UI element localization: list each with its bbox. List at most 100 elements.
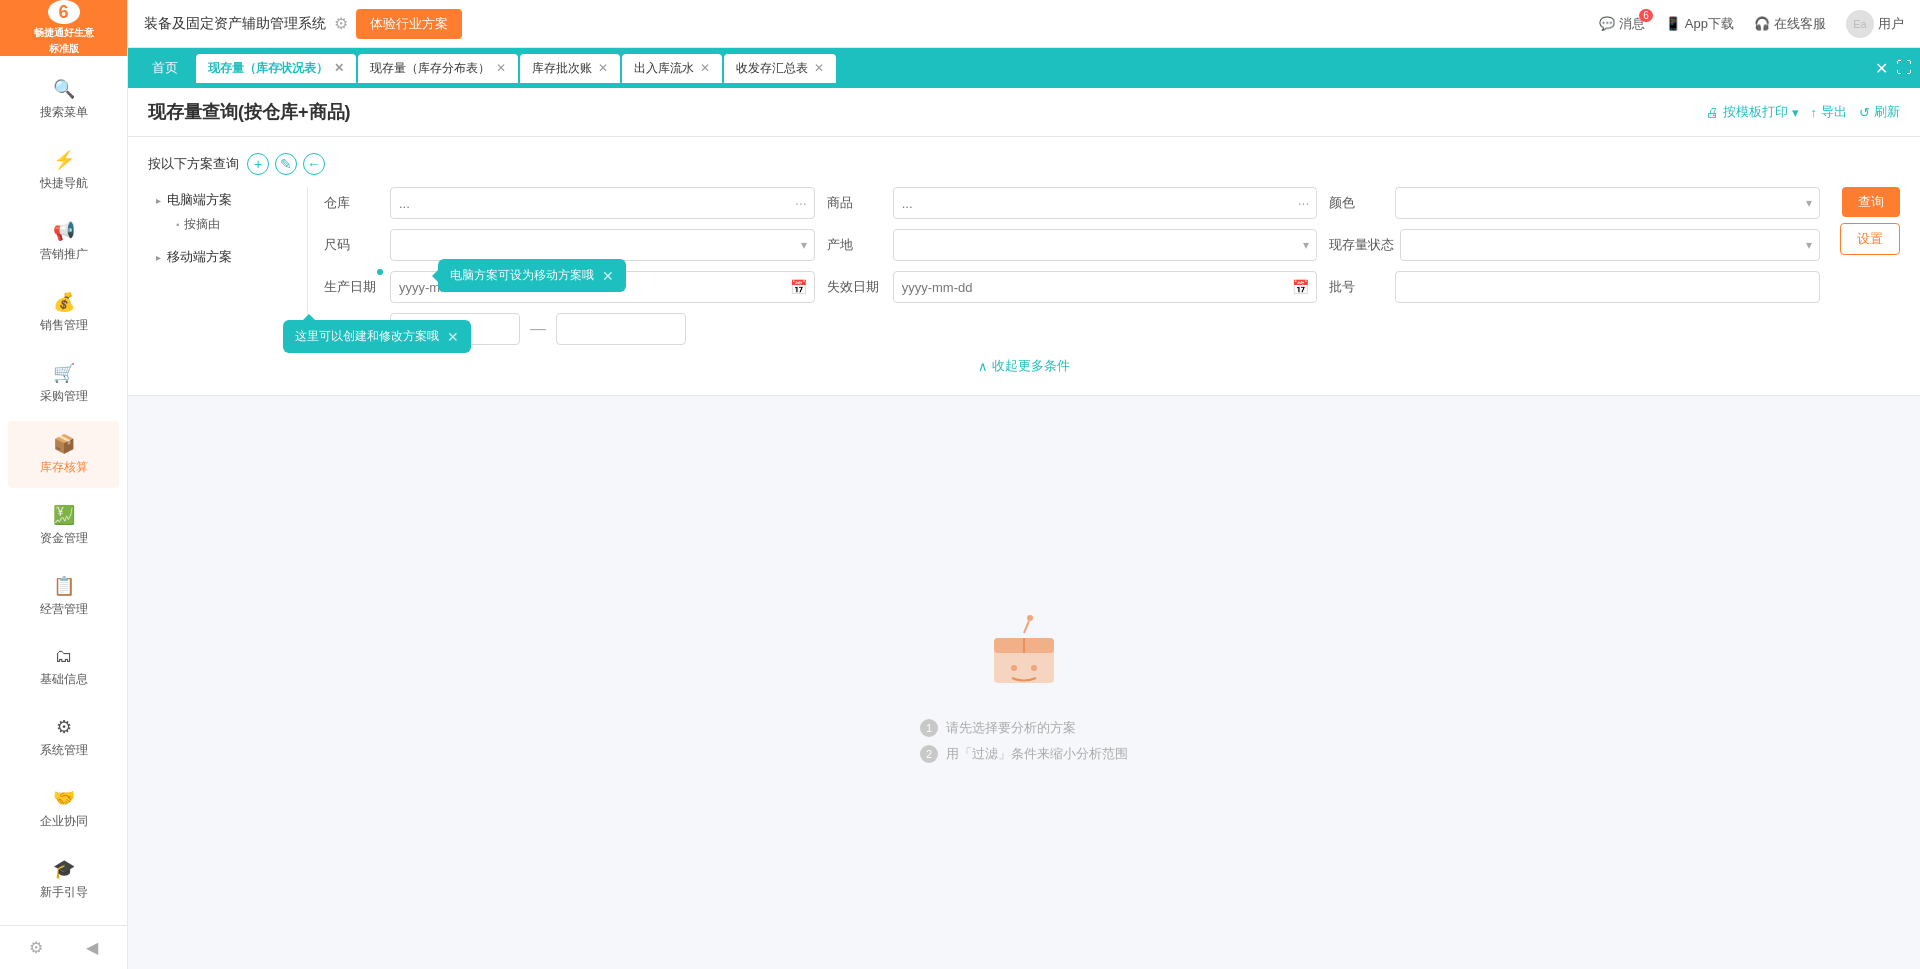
tab-inventory-dist[interactable]: 现存量（库存分布表） ✕ bbox=[358, 54, 518, 83]
app-download-btn[interactable]: 📱 App下载 bbox=[1665, 15, 1734, 33]
online-service-btn[interactable]: 🎧 在线客服 bbox=[1754, 15, 1826, 33]
sidebar-item-basic[interactable]: 🗂 基础信息 bbox=[8, 634, 119, 700]
sidebar-item-quick[interactable]: ⚡ 快捷导航 bbox=[8, 137, 119, 204]
filter-row-4: 现存量（主） — bbox=[324, 313, 1820, 345]
tooltip-create-close[interactable]: ✕ bbox=[447, 329, 459, 345]
tab-inventory-dist-close[interactable]: ✕ bbox=[496, 61, 506, 75]
user-btn[interactable]: Ea 用户 bbox=[1846, 10, 1904, 38]
tab-receive-summary[interactable]: 收发存汇总表 ✕ bbox=[724, 54, 836, 83]
sidebar-item-operations[interactable]: 📋 经营管理 bbox=[8, 563, 119, 630]
export-icon: ↑ bbox=[1811, 105, 1818, 120]
print-icon: 🖨 bbox=[1706, 105, 1719, 120]
sidebar-label-enterprise: 企业协同 bbox=[40, 813, 88, 830]
online-service-label: 在线客服 bbox=[1774, 15, 1826, 33]
hint-text-2: 用「过滤」条件来缩小分析范围 bbox=[946, 745, 1128, 763]
sidebar-item-system[interactable]: ⚙ 系统管理 bbox=[8, 704, 119, 771]
tooltip-create: 这里可以创建和修改方案哦 ✕ bbox=[283, 320, 471, 353]
product-field: 商品 ··· bbox=[827, 187, 1318, 219]
color-select[interactable] bbox=[1395, 187, 1820, 219]
produce-date-cal-icon[interactable]: 📅 bbox=[790, 279, 807, 295]
export-btn[interactable]: ↑ 导出 bbox=[1811, 103, 1848, 121]
tab-inventory-status-label: 现存量（库存状况表） bbox=[208, 60, 328, 77]
logo-icon: 6 bbox=[48, 0, 80, 24]
tab-receive-summary-label: 收发存汇总表 bbox=[736, 60, 808, 77]
warehouse-dots-icon[interactable]: ··· bbox=[795, 195, 807, 211]
edit-scheme-btn[interactable]: ✎ bbox=[275, 153, 297, 175]
tooltip-scheme: 电脑方案可设为移动方案哦 ✕ bbox=[438, 259, 626, 292]
warehouse-input[interactable] bbox=[390, 187, 815, 219]
message-btn[interactable]: 💬 消息 6 bbox=[1599, 15, 1645, 33]
collapse-row: ∧ 收起更多条件 bbox=[148, 349, 1900, 379]
sidebar-item-purchase[interactable]: 🛒 采购管理 bbox=[8, 350, 119, 417]
collapse-btn[interactable]: ∧ 收起更多条件 bbox=[978, 357, 1070, 375]
product-input[interactable] bbox=[893, 187, 1318, 219]
experience-btn[interactable]: 体验行业方案 bbox=[356, 9, 462, 39]
tab-inventory-status[interactable]: 现存量（库存状况表） ✕ bbox=[196, 54, 356, 83]
sidebar-collapse-btn[interactable]: ◀ bbox=[86, 938, 98, 957]
product-input-wrapper: ··· bbox=[893, 187, 1318, 219]
empty-hints: 1 请先选择要分析的方案 2 用「过滤」条件来缩小分析范围 bbox=[920, 719, 1128, 763]
origin-label: 产地 bbox=[827, 236, 887, 254]
scheme-pc-sub: ▪ 按摘由 bbox=[148, 213, 299, 236]
sidebar-item-marketing[interactable]: 📢 营销推广 bbox=[8, 208, 119, 275]
tab-batch-account-close[interactable]: ✕ bbox=[598, 61, 608, 75]
gear-icon[interactable]: ⚙ bbox=[334, 14, 348, 33]
add-scheme-btn[interactable]: + bbox=[247, 153, 269, 175]
expire-date-cal-icon[interactable]: 📅 bbox=[1292, 279, 1309, 295]
search-btn[interactable]: 查询 bbox=[1842, 187, 1900, 217]
back-scheme-btn[interactable]: ← bbox=[303, 153, 325, 175]
scheme-pc-item[interactable]: ▸ 电脑端方案 bbox=[148, 187, 299, 213]
scheme-pc-sub-item[interactable]: ▪ 按摘由 bbox=[168, 213, 299, 236]
product-dots-icon[interactable]: ··· bbox=[1298, 195, 1310, 211]
sidebar-item-finance[interactable]: 💹 资金管理 bbox=[8, 492, 119, 559]
phone-icon: 📱 bbox=[1665, 16, 1681, 31]
origin-select[interactable] bbox=[893, 229, 1318, 261]
sidebar-item-guide[interactable]: 🎓 新手引导 bbox=[8, 846, 119, 913]
tab-in-out-flow[interactable]: 出入库流水 ✕ bbox=[622, 54, 722, 83]
origin-field: 产地 bbox=[827, 229, 1318, 261]
tab-bar: 首页 现存量（库存状况表） ✕ 现存量（库存分布表） ✕ 库存批次账 ✕ 出入库… bbox=[128, 48, 1920, 88]
stock-status-select[interactable] bbox=[1400, 229, 1820, 261]
tab-batch-account[interactable]: 库存批次账 ✕ bbox=[520, 54, 620, 83]
sidebar-settings-btn[interactable]: ⚙ bbox=[29, 938, 43, 957]
batch-input[interactable] bbox=[1395, 271, 1820, 303]
stock-main-to[interactable] bbox=[556, 313, 686, 345]
scheme-mobile-item[interactable]: ▸ 移动端方案 bbox=[148, 244, 299, 270]
content-area: 现存量查询(按仓库+商品) 🖨 按模板打印 ▾ ↑ 导出 ↺ 刷新 bbox=[128, 88, 1920, 969]
sidebar-label-sales: 销售管理 bbox=[40, 317, 88, 334]
svg-point-4 bbox=[1031, 665, 1037, 671]
sidebar-label-basic: 基础信息 bbox=[40, 671, 88, 688]
tab-home[interactable]: 首页 bbox=[136, 51, 194, 85]
batch-label: 批号 bbox=[1329, 278, 1389, 296]
tab-fullscreen-icon[interactable]: ⛶ bbox=[1896, 59, 1912, 77]
sidebar-item-inventory[interactable]: 📦 库存核算 bbox=[8, 421, 119, 488]
sidebar-bottom: ⚙ ◀ bbox=[0, 925, 127, 969]
refresh-btn[interactable]: ↺ 刷新 bbox=[1859, 103, 1900, 121]
range-dash: — bbox=[530, 320, 546, 338]
tab-inventory-status-close[interactable]: ✕ bbox=[334, 61, 344, 75]
sidebar-label-inventory: 库存核算 bbox=[40, 459, 88, 476]
filter-label-row: 按以下方案查询 + ✎ ← bbox=[148, 153, 1900, 175]
sidebar-item-enterprise[interactable]: 🤝 企业协同 bbox=[8, 775, 119, 842]
warehouse-field: 仓库 ··· bbox=[324, 187, 815, 219]
expire-date-input[interactable] bbox=[893, 271, 1318, 303]
app-logo: 6 畅捷通好生意 标准版 bbox=[0, 0, 127, 56]
size-field: 尺码 bbox=[324, 229, 815, 261]
sidebar-item-sales[interactable]: 💰 销售管理 bbox=[8, 279, 119, 346]
tab-close-all-icon[interactable]: ✕ bbox=[1875, 59, 1888, 78]
hint-text-1: 请先选择要分析的方案 bbox=[946, 719, 1076, 737]
tooltip-scheme-close[interactable]: ✕ bbox=[602, 268, 614, 284]
print-btn[interactable]: 🖨 按模板打印 ▾ bbox=[1706, 103, 1799, 121]
tab-receive-summary-close[interactable]: ✕ bbox=[814, 61, 824, 75]
size-select[interactable] bbox=[390, 229, 815, 261]
avatar: Ea bbox=[1846, 10, 1874, 38]
pc-scheme-label: 电脑端方案 bbox=[167, 191, 232, 209]
hint-num-1: 1 bbox=[920, 719, 938, 737]
page-title: 现存量查询(按仓库+商品) bbox=[148, 100, 351, 136]
system-title: 装备及固定资产辅助管理系统 bbox=[144, 15, 326, 33]
sidebar-item-search[interactable]: 🔍 搜索菜单 bbox=[8, 66, 119, 133]
reset-btn[interactable]: 设置 bbox=[1840, 223, 1900, 255]
empty-state: 1 请先选择要分析的方案 2 用「过滤」条件来缩小分析范围 bbox=[128, 396, 1920, 969]
tab-in-out-flow-close[interactable]: ✕ bbox=[700, 61, 710, 75]
basic-icon: 🗂 bbox=[55, 646, 73, 667]
